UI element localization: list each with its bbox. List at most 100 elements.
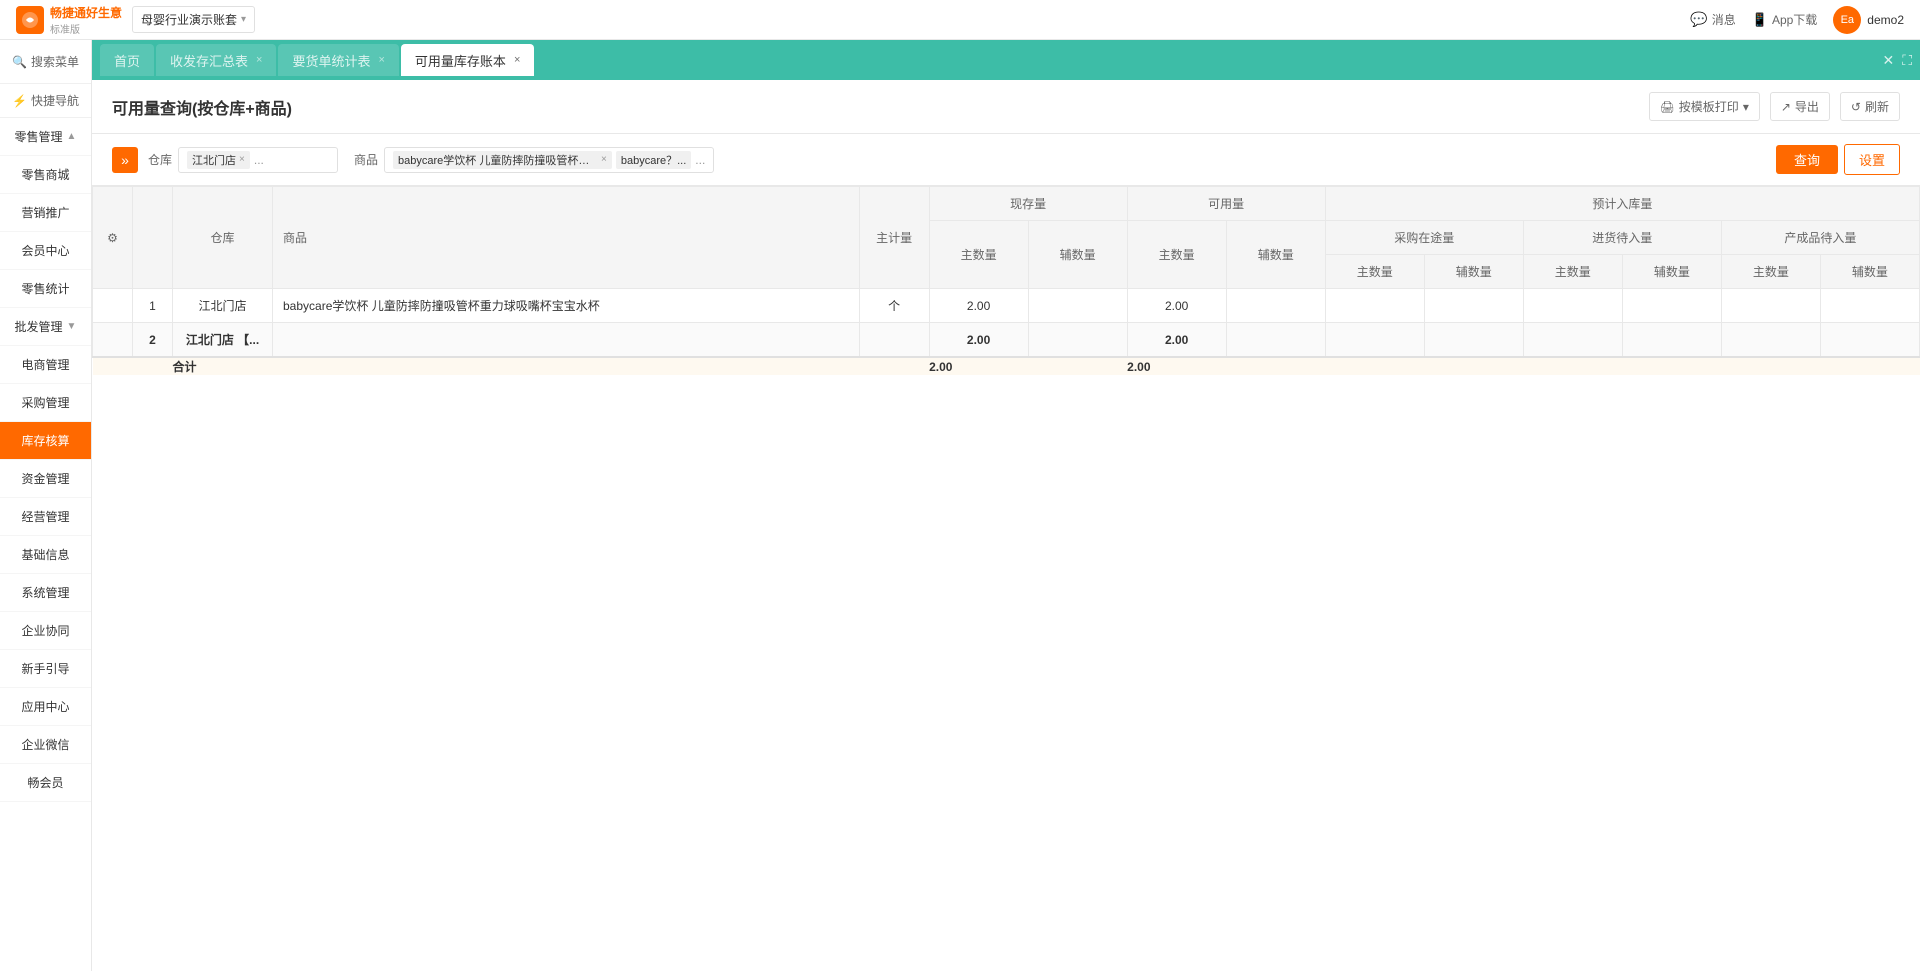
sidebar-item-finance[interactable]: 资金管理 xyxy=(0,460,91,498)
td-total-purchase-aux xyxy=(1424,357,1523,375)
tab-order-stats-label: 要货单统计表 xyxy=(292,51,370,70)
tab-receivable[interactable]: 收发存汇总表 × xyxy=(156,44,276,76)
tab-available-inventory[interactable]: 可用量库存账本 × xyxy=(401,44,534,76)
td-total-goods xyxy=(273,357,860,375)
app-download-action[interactable]: 📱 App下载 xyxy=(1752,11,1818,28)
td-product-main xyxy=(1721,323,1820,358)
goods-tag-2-value: babycare？... xyxy=(621,152,686,168)
search-menu-label: 搜索菜单 xyxy=(31,53,79,70)
double-arrow-icon: » xyxy=(121,152,129,168)
sidebar-item-member[interactable]: 会员中心 xyxy=(0,232,91,270)
sidebar-item-ecommerce[interactable]: 电商管理 xyxy=(0,346,91,384)
sidebar-item-label: 零售管理 xyxy=(15,128,63,145)
td-available-main: 2.00 xyxy=(1127,289,1226,323)
td-current-aux xyxy=(1028,289,1127,323)
gear-icon[interactable]: ⚙ xyxy=(107,231,118,245)
message-icon: 💬 xyxy=(1690,11,1707,28)
tab-receivable-label: 收发存汇总表 xyxy=(170,51,248,70)
th-purchase-aux: 辅数量 xyxy=(1424,255,1523,289)
filter-toggle-button[interactable]: » xyxy=(112,147,138,173)
goods-tag-1-close[interactable]: × xyxy=(601,154,607,165)
sidebar-item-app-center[interactable]: 应用中心 xyxy=(0,688,91,726)
goods-tag-1-value: babycare学饮杯 儿童防摔防撞吸管杯重力球吸嘴杯宝宝水杯 xyxy=(398,152,598,168)
tab-order-stats-close[interactable]: × xyxy=(378,54,384,66)
warehouse-label: 仓库 xyxy=(148,151,172,168)
td-current-main: 2.00 xyxy=(929,289,1028,323)
user-area[interactable]: Ea demo2 xyxy=(1833,6,1904,34)
sidebar-item-operations[interactable]: 经营管理 xyxy=(0,498,91,536)
sidebar-item-label: 系统管理 xyxy=(21,584,69,601)
expand-window-icon[interactable]: ⛶ xyxy=(1902,52,1912,69)
th-incoming-aux: 辅数量 xyxy=(1622,255,1721,289)
sidebar-item-label: 资金管理 xyxy=(21,470,69,487)
tab-available-inventory-close[interactable]: × xyxy=(514,54,520,66)
td-incoming-aux xyxy=(1622,323,1721,358)
td-unit xyxy=(859,323,929,358)
inventory-table: ⚙ 仓库 商品 主计量 现存量 可用量 预计入库量 主数量 辅数 xyxy=(92,186,1920,375)
sidebar-item-purchase[interactable]: 采购管理 xyxy=(0,384,91,422)
quick-nav-button[interactable]: ⚡ 快捷导航 xyxy=(0,84,91,118)
sidebar-item-enterprise[interactable]: 企业协同 xyxy=(0,612,91,650)
td-warehouse: 江北门店 【... xyxy=(173,323,273,358)
warehouse-tag-close[interactable]: × xyxy=(239,154,245,165)
sidebar-item-retail-mgmt[interactable]: 零售管理 ▲ xyxy=(0,118,91,156)
avatar: Ea xyxy=(1833,6,1861,34)
td-total-unit xyxy=(859,357,929,375)
close-window-icon[interactable]: ✕ xyxy=(1882,52,1894,69)
td-available-main: 2.00 xyxy=(1127,323,1226,358)
td-goods: babycare学饮杯 儿童防摔防撞吸管杯重力球吸嘴杯宝宝水杯 xyxy=(273,289,860,323)
page-title: 可用量查询(按仓库+商品) xyxy=(112,95,292,119)
total-row: 合计 2.00 2.00 xyxy=(93,357,1920,375)
sidebar-item-vip[interactable]: 畅会员 xyxy=(0,764,91,802)
warehouse-tag-value: 江北门店 xyxy=(192,152,236,168)
th-incoming-main: 主数量 xyxy=(1523,255,1622,289)
sidebar-item-label: 企业协同 xyxy=(21,622,69,639)
warehouse-tag: 江北门店 × xyxy=(187,151,250,169)
td-available-aux xyxy=(1226,289,1325,323)
sidebar-item-system[interactable]: 系统管理 xyxy=(0,574,91,612)
export-label: 导出 xyxy=(1795,98,1819,115)
sidebar-item-label: 会员中心 xyxy=(21,242,69,259)
filter-row: 仓库 江北门店 × ... 商品 bab xyxy=(148,147,1766,173)
sidebar-item-enterprise-wx[interactable]: 企业微信 xyxy=(0,726,91,764)
template-selector[interactable]: 母婴行业演示账套 ▾ xyxy=(132,6,255,33)
sidebar-item-basic-info[interactable]: 基础信息 xyxy=(0,536,91,574)
sidebar-item-marketing[interactable]: 营销推广 xyxy=(0,194,91,232)
page-content: 可用量查询(按仓库+商品) 🖨 按模板打印 ▾ ↗ 导出 ↺ 刷新 xyxy=(92,80,1920,971)
print-icon: 🖨 xyxy=(1660,100,1675,114)
search-menu-button[interactable]: 🔍 搜索菜单 xyxy=(6,48,85,75)
td-total-purchase-main xyxy=(1325,357,1424,375)
td-total-num xyxy=(133,357,173,375)
td-gear xyxy=(93,289,133,323)
goods-tag-2: babycare？... xyxy=(616,151,691,169)
warehouse-input[interactable]: 江北门店 × ... xyxy=(178,147,338,173)
tab-order-stats[interactable]: 要货单统计表 × xyxy=(278,44,398,76)
sidebar-item-label: 采购管理 xyxy=(21,394,69,411)
sidebar-item-inventory[interactable]: 库存核算 xyxy=(0,422,91,460)
sidebar-item-label: 企业微信 xyxy=(21,736,69,753)
tab-home[interactable]: 首页 xyxy=(100,44,154,76)
td-total-available-aux xyxy=(1226,357,1325,375)
tab-receivable-close[interactable]: × xyxy=(256,54,262,66)
td-current-main: 2.00 xyxy=(929,323,1028,358)
message-action[interactable]: 💬 消息 xyxy=(1690,11,1735,28)
td-product-aux xyxy=(1820,289,1919,323)
print-button[interactable]: 🖨 按模板打印 ▾ xyxy=(1649,92,1760,121)
refresh-button[interactable]: ↺ 刷新 xyxy=(1840,92,1900,121)
chevron-down-icon: ▾ xyxy=(1743,100,1749,114)
setting-button[interactable]: 设置 xyxy=(1844,144,1900,175)
sidebar-item-retail-stats[interactable]: 零售统计 xyxy=(0,270,91,308)
phone-icon: 📱 xyxy=(1752,12,1768,28)
logo-icon xyxy=(16,6,44,34)
th-available-aux: 辅数量 xyxy=(1226,221,1325,289)
goods-input[interactable]: babycare学饮杯 儿童防摔防撞吸管杯重力球吸嘴杯宝宝水杯 × babyca… xyxy=(384,147,714,173)
logo-area: 畅捷通好生意 标准版 xyxy=(16,4,122,36)
logo-text-area: 畅捷通好生意 标准版 xyxy=(50,4,122,36)
td-total-product-aux xyxy=(1820,357,1919,375)
export-button[interactable]: ↗ 导出 xyxy=(1770,92,1830,121)
sidebar-item-retail-shop[interactable]: 零售商城 xyxy=(0,156,91,194)
th-current-aux: 辅数量 xyxy=(1028,221,1127,289)
sidebar-item-new-guide[interactable]: 新手引导 xyxy=(0,650,91,688)
sidebar-item-wholesale-mgmt[interactable]: 批发管理 ▼ xyxy=(0,308,91,346)
query-button[interactable]: 查询 xyxy=(1776,145,1838,174)
